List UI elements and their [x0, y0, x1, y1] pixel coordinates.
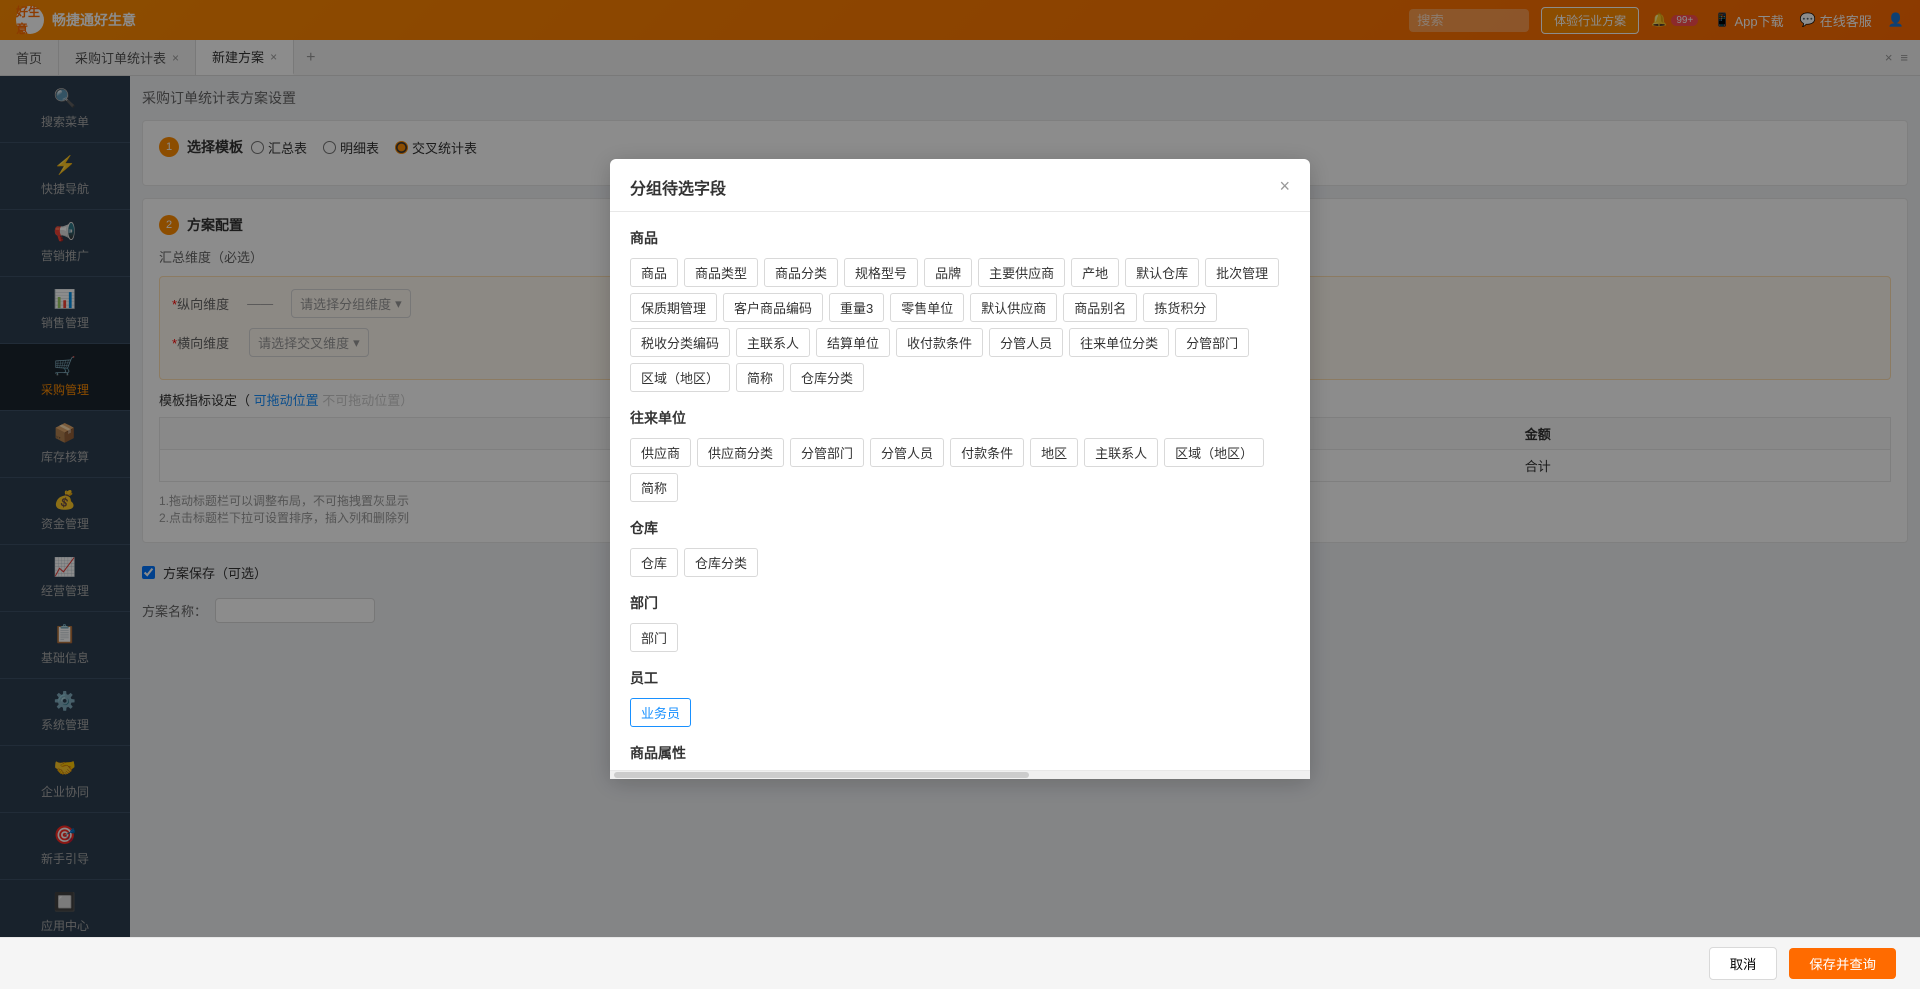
field-tag-dept[interactable]: 分管部门 [790, 438, 864, 467]
field-tag-goods[interactable]: 商品 [630, 258, 678, 287]
section-goods: 商品 商品 商品类型 商品分类 规格型号 品牌 主要供应商 产地 默认仓库 批次… [630, 228, 1290, 392]
field-tag-salesperson[interactable]: 业务员 [630, 698, 691, 727]
field-tag-default-warehouse[interactable]: 默认仓库 [1125, 258, 1199, 287]
field-tag-payment-terms[interactable]: 收付款条件 [896, 328, 983, 357]
field-tag-goods-type[interactable]: 商品类型 [684, 258, 758, 287]
field-tag-region[interactable]: 区域（地区） [630, 363, 730, 392]
field-tag-goods-category[interactable]: 商品分类 [764, 258, 838, 287]
field-tag-customer-code[interactable]: 客户商品编码 [723, 293, 823, 322]
field-tag-wh[interactable]: 仓库 [630, 548, 678, 577]
modal-title: 分组待选字段 [630, 175, 726, 199]
field-tag-expiry-mgmt[interactable]: 保质期管理 [630, 293, 717, 322]
field-tag-tax-code[interactable]: 税收分类编码 [630, 328, 730, 357]
cancel-button[interactable]: 取消 [1709, 947, 1778, 980]
modal-header: 分组待选字段 × [610, 159, 1310, 212]
field-tag-region2[interactable]: 区域（地区） [1164, 438, 1264, 467]
field-tag-origin[interactable]: 产地 [1071, 258, 1119, 287]
modal-body: 商品 商品 商品类型 商品分类 规格型号 品牌 主要供应商 产地 默认仓库 批次… [610, 212, 1310, 770]
section-dept-title: 部门 [630, 593, 1290, 613]
h-scroll-thumb [614, 772, 1029, 778]
modal-box: 分组待选字段 × 商品 商品 商品类型 商品分类 规格型号 品牌 主要供应商 产… [610, 159, 1310, 779]
section-partner: 往来单位 供应商 供应商分类 分管部门 分管人员 付款条件 地区 主联系人 区域… [630, 408, 1290, 502]
field-tag-supervisor[interactable]: 分管人员 [989, 328, 1063, 357]
section-goods-title: 商品 [630, 228, 1290, 248]
field-tag-dept-managed[interactable]: 分管部门 [1175, 328, 1249, 357]
section-staff-title: 员工 [630, 668, 1290, 688]
section-attributes: 商品属性 属性 颜色 多规格 尺码 鞋码 1 [630, 743, 1290, 770]
field-tag-area[interactable]: 地区 [1030, 438, 1078, 467]
field-tag-warehouse-cat[interactable]: 仓库分类 [790, 363, 864, 392]
section-partner-title: 往来单位 [630, 408, 1290, 428]
field-tag-pick-points[interactable]: 拣货积分 [1143, 293, 1217, 322]
section-partner-tags: 供应商 供应商分类 分管部门 分管人员 付款条件 地区 主联系人 区域（地区） … [630, 438, 1290, 502]
section-goods-tags: 商品 商品类型 商品分类 规格型号 品牌 主要供应商 产地 默认仓库 批次管理 … [630, 258, 1290, 392]
field-tag-wh-cat[interactable]: 仓库分类 [684, 548, 758, 577]
field-tag-brand[interactable]: 品牌 [924, 258, 972, 287]
section-warehouse-tags: 仓库 仓库分类 [630, 548, 1290, 577]
section-staff: 员工 业务员 [630, 668, 1290, 727]
modal-overlay: 分组待选字段 × 商品 商品 商品类型 商品分类 规格型号 品牌 主要供应商 产… [0, 0, 1920, 937]
section-attributes-title: 商品属性 [630, 743, 1290, 763]
modal-close-btn[interactable]: × [1279, 176, 1290, 197]
field-tag-pay-terms[interactable]: 付款条件 [950, 438, 1024, 467]
modal-horizontal-scrollbar[interactable] [610, 770, 1310, 779]
section-staff-tags: 业务员 [630, 698, 1290, 727]
field-tag-main-supplier[interactable]: 主要供应商 [978, 258, 1065, 287]
field-tag-goods-alias[interactable]: 商品别名 [1063, 293, 1137, 322]
field-tag-settlement-unit[interactable]: 结算单位 [816, 328, 890, 357]
field-tag-short-name[interactable]: 简称 [736, 363, 784, 392]
field-tag-partner-category[interactable]: 往来单位分类 [1069, 328, 1169, 357]
field-tag-contact[interactable]: 主联系人 [1084, 438, 1158, 467]
field-tag-batch-mgmt[interactable]: 批次管理 [1205, 258, 1279, 287]
field-tag-default-supplier[interactable]: 默认供应商 [970, 293, 1057, 322]
field-tag-weight3[interactable]: 重量3 [829, 293, 884, 322]
field-tag-supplier-cat[interactable]: 供应商分类 [697, 438, 784, 467]
bottom-bar: 取消 保存并查询 [0, 937, 1920, 989]
field-tag-retail-unit[interactable]: 零售单位 [890, 293, 964, 322]
section-dept: 部门 部门 [630, 593, 1290, 652]
field-tag-supplier[interactable]: 供应商 [630, 438, 691, 467]
section-warehouse: 仓库 仓库 仓库分类 [630, 518, 1290, 577]
field-tag-main-contact[interactable]: 主联系人 [736, 328, 810, 357]
save-button[interactable]: 保存并查询 [1789, 948, 1896, 979]
section-dept-tags: 部门 [630, 623, 1290, 652]
field-tag-spec-model[interactable]: 规格型号 [844, 258, 918, 287]
field-tag-person[interactable]: 分管人员 [870, 438, 944, 467]
field-tag-department[interactable]: 部门 [630, 623, 678, 652]
field-tag-abbr[interactable]: 简称 [630, 473, 678, 502]
section-warehouse-title: 仓库 [630, 518, 1290, 538]
